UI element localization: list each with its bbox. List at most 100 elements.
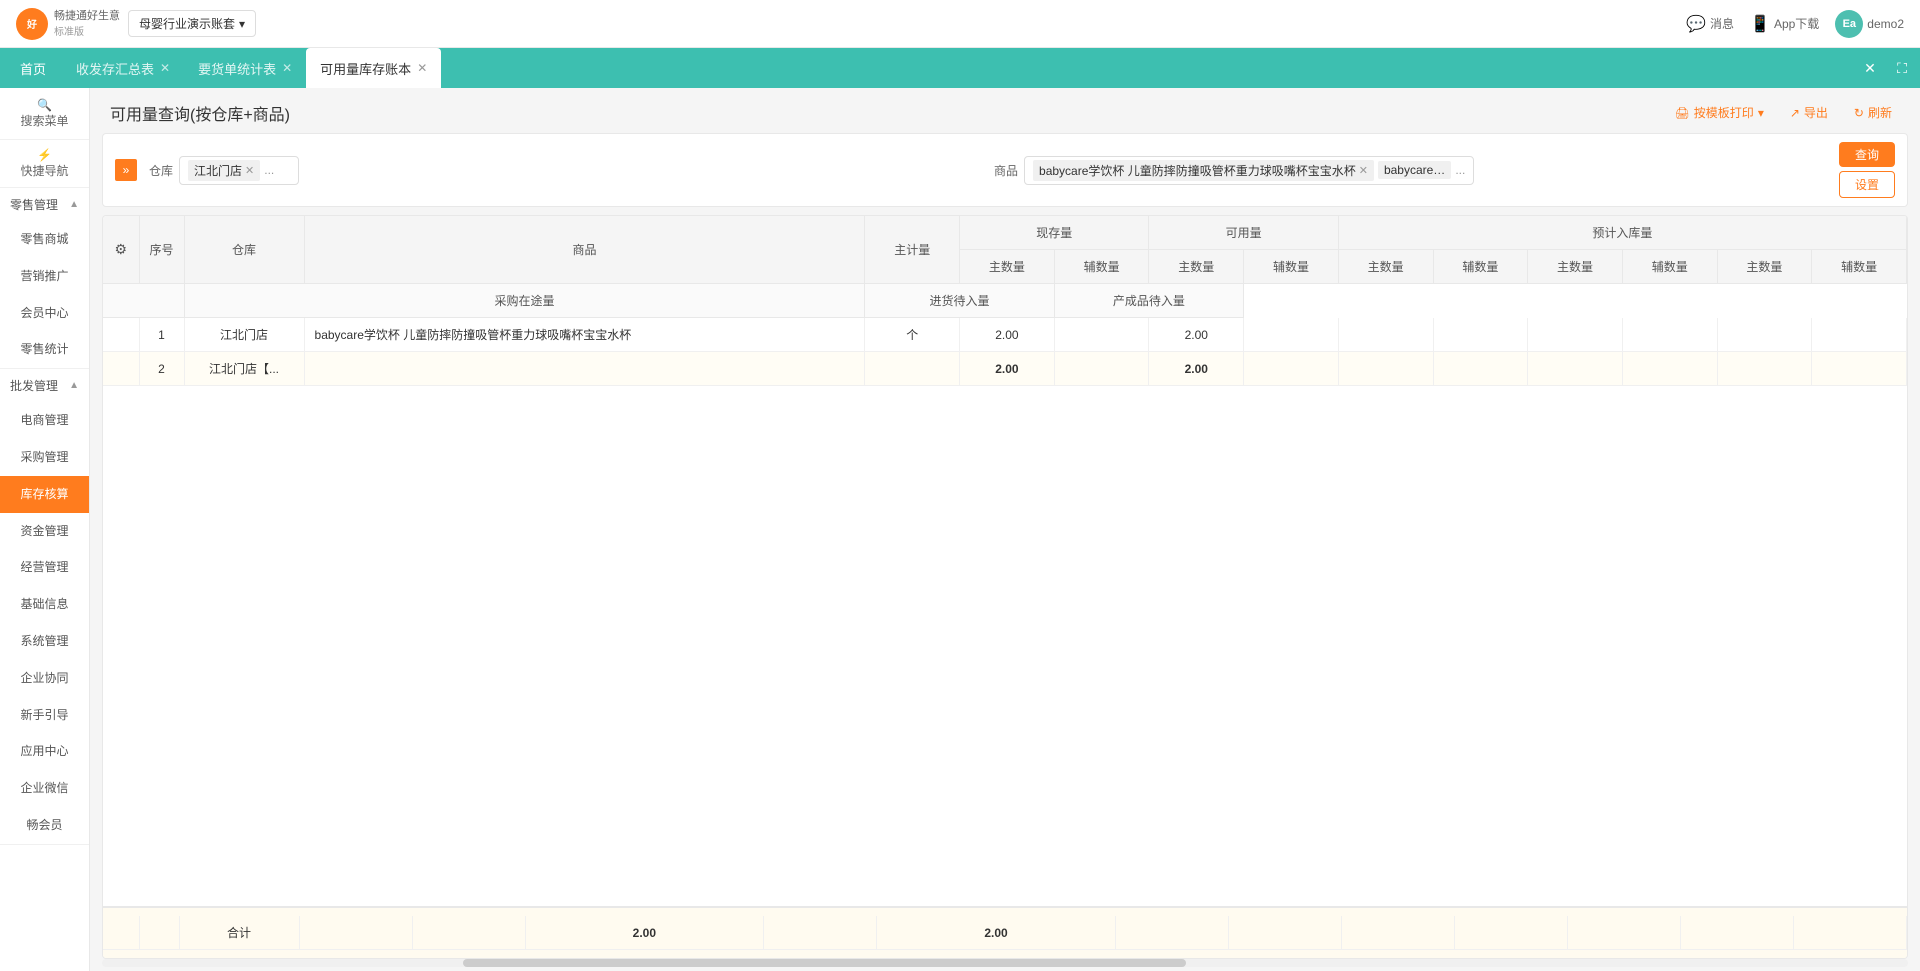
tab-home-label: 首页	[20, 59, 46, 78]
print-icon: 🖨	[1675, 106, 1690, 120]
td-unit-1: 个	[865, 318, 960, 352]
td-incoming-aux-1	[1622, 318, 1717, 352]
sidebar-section-wholesale-label: 批发管理	[10, 377, 58, 394]
industry-selector-text: 母婴行业演示账套	[139, 15, 235, 32]
scrollbar-thumb[interactable]	[463, 959, 1185, 967]
td-current-aux-1	[1054, 318, 1149, 352]
product-tag-1-remove[interactable]: ✕	[1359, 164, 1368, 177]
sidebar-item-app-center[interactable]: 应用中心	[0, 733, 89, 770]
tab-receive-send[interactable]: 收发存汇总表 ✕	[62, 48, 184, 88]
warehouse-input[interactable]: 江北门店 ✕ ...	[179, 156, 299, 185]
tab-receive-send-close[interactable]: ✕	[160, 61, 170, 75]
sidebar-search[interactable]: 🔍 搜索菜单	[0, 88, 89, 140]
app-download-icon: 📱	[1750, 14, 1770, 34]
td-avail-main-2: 2.00	[1149, 352, 1244, 386]
td-finished-main-2	[1717, 352, 1812, 386]
sidebar-item-retail-stats[interactable]: 零售统计	[0, 331, 89, 368]
sidebar-item-ecommerce-label: 电商管理	[20, 412, 68, 429]
print-button[interactable]: 🖨 按模板打印 ▾	[1667, 100, 1772, 125]
user-name: demo2	[1867, 17, 1904, 31]
sidebar-item-enterprise[interactable]: 企业协同	[0, 660, 89, 697]
export-button[interactable]: ↗ 导出	[1782, 100, 1836, 125]
td-finished-aux-1	[1812, 318, 1907, 352]
td-finished-aux-2	[1812, 352, 1907, 386]
tab-available-inventory[interactable]: 可用量库存账本 ✕	[306, 48, 441, 88]
sidebar-item-retail-mall[interactable]: 零售商城	[0, 221, 89, 258]
tab-order-stats[interactable]: 要货单统计表 ✕	[184, 48, 306, 88]
sidebar-item-enterprise-wechat[interactable]: 企业微信	[0, 770, 89, 807]
print-label: 按模板打印	[1694, 104, 1754, 121]
tab-close-button[interactable]: ✕	[1856, 54, 1884, 82]
sidebar-item-basic-info[interactable]: 基础信息	[0, 586, 89, 623]
warehouse-ellipsis[interactable]: ...	[264, 163, 274, 177]
user-area[interactable]: Ea demo2	[1835, 10, 1904, 38]
product-tag-2-text: babycare…	[1384, 163, 1445, 177]
th-product: 商品	[304, 216, 865, 284]
th-incoming-main: 主数量	[1528, 250, 1623, 284]
table-row: 2 江北门店【... 2.00 2	[103, 352, 1907, 386]
table-footer: 合计 2.00 2.00	[103, 906, 1907, 958]
th-purchase-transit-aux: 辅数量	[1433, 250, 1528, 284]
sidebar-item-enterprise-wechat-label: 企业微信	[20, 780, 68, 797]
sidebar-item-purchase[interactable]: 采购管理	[0, 439, 89, 476]
sidebar-item-finance[interactable]: 资金管理	[0, 513, 89, 550]
nav-controls: ✕ ⛶	[1856, 54, 1916, 82]
sidebar-item-operations[interactable]: 经营管理	[0, 549, 89, 586]
sidebar-item-inventory[interactable]: 库存核算	[0, 476, 89, 513]
table-wrapper: ⚙ 序号 仓库 商品 主计量	[102, 215, 1908, 959]
avatar-text: Ea	[1843, 18, 1856, 30]
expand-icon: »	[123, 163, 130, 177]
product-input[interactable]: babycare学饮杯 儿童防摔防撞吸管杯重力球吸嘴杯宝宝水杯 ✕ babyca…	[1024, 156, 1474, 185]
sidebar-section-wholesale: 批发管理 ▲ 电商管理 采购管理 库存核算 资金管理 经营管理 基础信息 系	[0, 369, 89, 845]
sidebar-quick-nav[interactable]: ⚡ 快捷导航	[0, 140, 89, 188]
th-warehouse: 仓库	[184, 216, 304, 284]
sidebar: 🔍 搜索菜单 ⚡ 快捷导航 零售管理 ▲ 零售商城 营销推广 会员中心 零售统计	[0, 88, 90, 971]
footer-td-empty-2	[139, 916, 179, 950]
tab-available-inventory-close[interactable]: ✕	[417, 61, 427, 75]
sidebar-item-system[interactable]: 系统管理	[0, 623, 89, 660]
td-incoming-main-2	[1528, 352, 1623, 386]
setting-button[interactable]: 设置	[1839, 171, 1895, 198]
sidebar-item-retail-mall-label: 零售商城	[20, 231, 68, 248]
horizontal-scrollbar[interactable]	[102, 959, 1908, 967]
table-body: 1 江北门店 babycare学饮杯 儿童防摔防撞吸管杯重力球吸嘴杯宝宝水杯 个	[103, 318, 1907, 386]
th-estimated-text: 预计入库量	[1592, 226, 1652, 240]
refresh-button[interactable]: ↻ 刷新	[1846, 100, 1900, 125]
message-button[interactable]: 💬 消息	[1686, 14, 1734, 34]
td-current-main-2: 2.00	[960, 352, 1055, 386]
tab-available-inventory-label: 可用量库存账本	[320, 59, 411, 78]
th-settings[interactable]: ⚙	[103, 216, 139, 284]
footer-avail-aux	[1115, 916, 1228, 950]
sidebar-item-member-center[interactable]: 会员中心	[0, 295, 89, 332]
tab-order-stats-close[interactable]: ✕	[282, 61, 292, 75]
td-warehouse-1: 江北门店	[184, 318, 304, 352]
td-current-aux-2	[1054, 352, 1149, 386]
filter-expand-button[interactable]: »	[115, 159, 137, 181]
product-ellipsis[interactable]: ...	[1455, 163, 1465, 177]
avatar: Ea	[1835, 10, 1863, 38]
tab-home[interactable]: 首页	[4, 48, 62, 88]
industry-selector[interactable]: 母婴行业演示账套 ▾	[128, 10, 256, 37]
th-product-text: 商品	[572, 243, 596, 257]
refresh-icon: ↻	[1854, 106, 1864, 120]
query-button[interactable]: 查询	[1839, 142, 1895, 167]
sidebar-item-vip-member[interactable]: 畅会员	[0, 807, 89, 844]
chevron-up-icon-2: ▲	[69, 380, 79, 391]
tab-expand-button[interactable]: ⛶	[1888, 54, 1916, 82]
sidebar-section-retail-header[interactable]: 零售管理 ▲	[0, 188, 89, 221]
th-current-main: 主数量	[960, 250, 1055, 284]
export-label: 导出	[1804, 104, 1828, 121]
logo-icon: 好	[16, 8, 48, 40]
message-icon: 💬	[1686, 14, 1706, 34]
sidebar-item-newbie[interactable]: 新手引导	[0, 697, 89, 734]
sidebar-item-ecommerce[interactable]: 电商管理	[0, 402, 89, 439]
app-download-button[interactable]: 📱 App下载	[1750, 14, 1819, 34]
td-settings-2	[103, 352, 139, 386]
sidebar-section-retail: 零售管理 ▲ 零售商城 营销推广 会员中心 零售统计	[0, 188, 89, 369]
sidebar-item-newbie-label: 新手引导	[20, 707, 68, 724]
warehouse-tag-remove[interactable]: ✕	[245, 164, 254, 177]
sidebar-item-marketing[interactable]: 营销推广	[0, 258, 89, 295]
footer-current-main: 2.00	[525, 916, 764, 950]
table-container[interactable]: ⚙ 序号 仓库 商品 主计量	[103, 216, 1907, 906]
sidebar-section-wholesale-header[interactable]: 批发管理 ▲	[0, 369, 89, 402]
